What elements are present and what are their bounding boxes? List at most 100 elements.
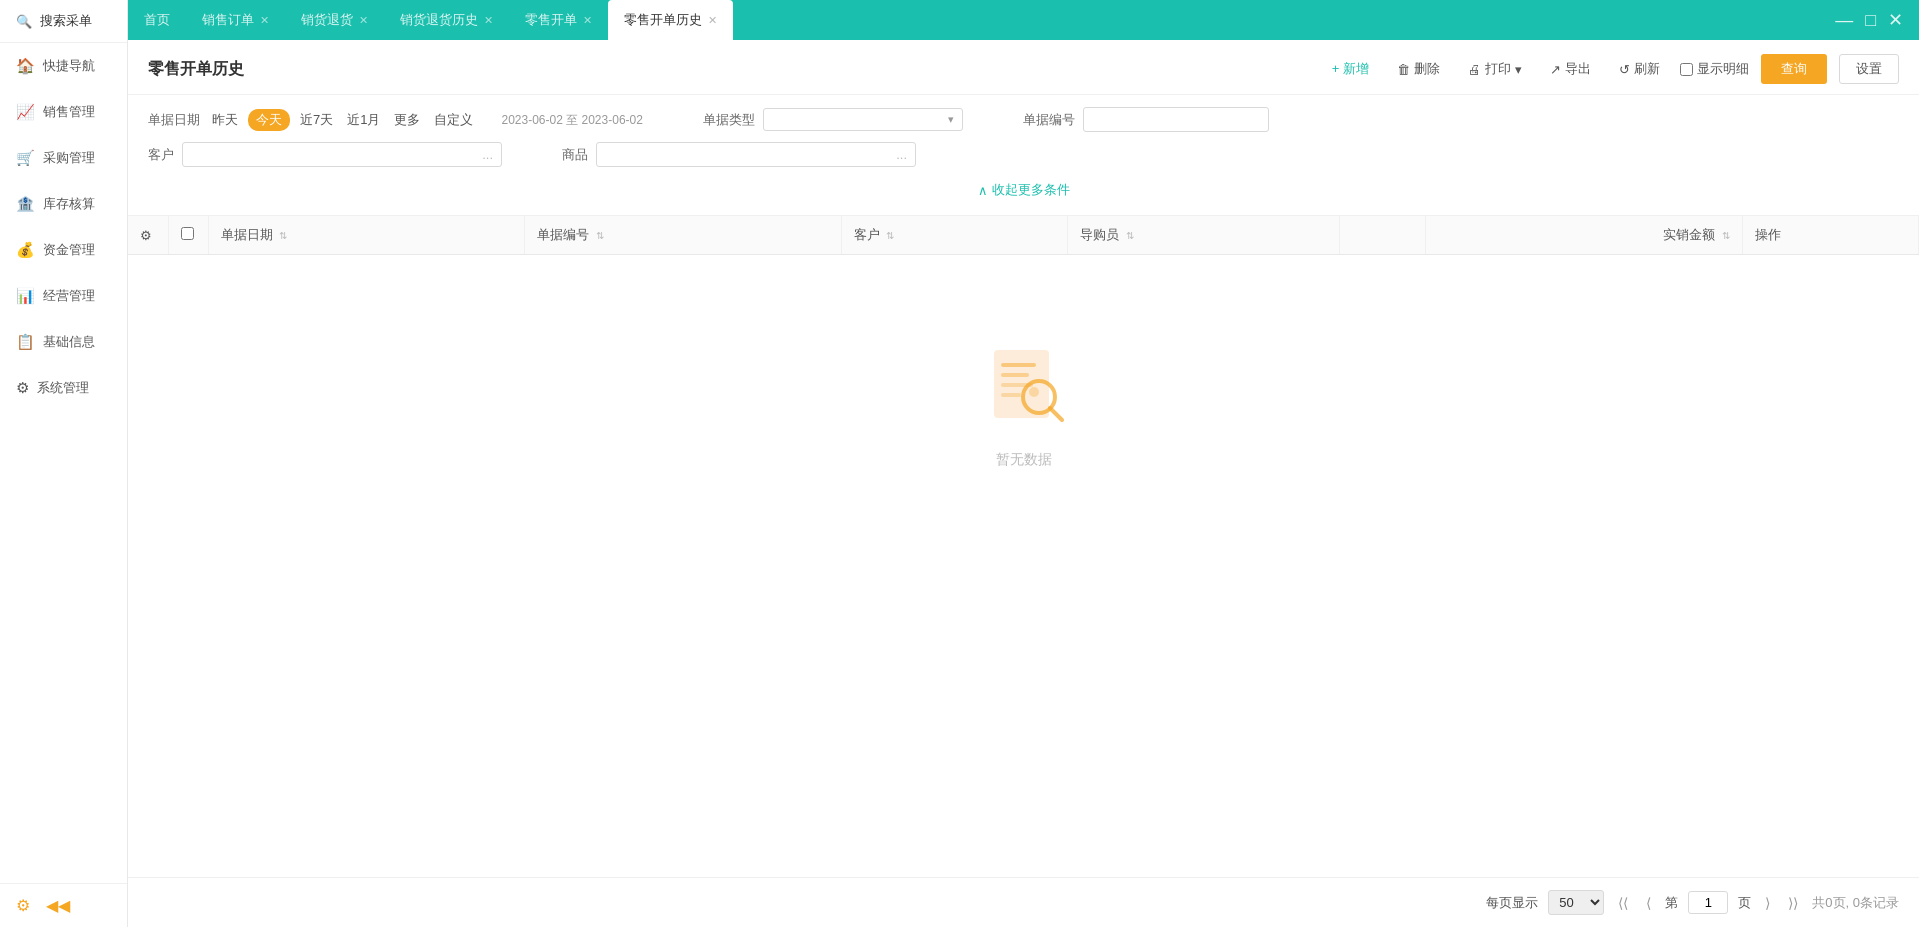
empty-state: 暂无数据 [128,255,1919,549]
doc-no-input[interactable] [1083,107,1269,132]
th-action: 操作 [1742,216,1918,255]
date-opt-today[interactable]: 今天 [248,109,290,131]
sidebar-item-quick-nav[interactable]: 🏠 快捷导航 [0,43,127,89]
tab-home-label: 首页 [144,11,170,29]
content-area: ⚙ 单据日期 ⇅ 单据编号 ⇅ [128,216,1919,927]
filter-doc-no: 单据编号 [1023,107,1269,132]
sidebar-item-basic-info[interactable]: 📋 基础信息 [0,319,127,365]
sort-amount-icon: ⇅ [1722,230,1730,241]
show-detail-checkbox-label[interactable]: 显示明细 [1680,60,1749,78]
settings-icon[interactable]: ⚙ [16,896,30,915]
date-opt-last7[interactable]: 近7天 [296,109,337,131]
select-all-checkbox[interactable] [181,227,194,240]
sort-customer-icon: ⇅ [886,230,894,241]
print-icon: 🖨 [1468,62,1481,77]
tab-sales-order[interactable]: 销售订单 ✕ [186,0,285,40]
tabs-bar: 首页 销售订单 ✕ 销货退货 ✕ 销货退货历史 ✕ 零售开单 ✕ 零售开单历史 … [128,0,1919,40]
date-options: 昨天 今天 近7天 近1月 更多 自定义 [208,109,477,131]
customer-input[interactable]: ... [182,142,502,167]
doc-type-select[interactable]: ▾ [763,108,963,131]
sidebar-item-inventory[interactable]: 🏦 库存核算 [0,181,127,227]
filter-settings-button[interactable]: 设置 [1839,54,1899,84]
money-icon: 💰 [16,241,35,259]
th-customer[interactable]: 客户 ⇅ [841,216,1068,255]
table-settings-icon[interactable]: ⚙ [140,228,152,243]
th-guide[interactable]: 导购员 ⇅ [1068,216,1340,255]
tab-retail-open-history[interactable]: 零售开单历史 ✕ [608,0,733,40]
sidebar-item-purchase-mgmt[interactable]: 🛒 采购管理 [0,135,127,181]
show-detail-checkbox[interactable] [1680,63,1693,76]
date-range-text: 2023-06-02 至 2023-06-02 [501,112,642,129]
first-page-button[interactable]: ⟨⟨ [1614,893,1632,913]
prev-page-button[interactable]: ⟨ [1642,893,1655,913]
date-range-display: 2023-06-02 至 2023-06-02 [501,110,642,129]
tab-home[interactable]: 首页 [128,0,186,40]
tab-retail-open-close[interactable]: ✕ [583,14,592,27]
th-checkbox[interactable] [168,216,208,255]
table-header-row: ⚙ 单据日期 ⇅ 单据编号 ⇅ [128,216,1919,255]
date-opt-custom[interactable]: 自定义 [430,109,477,131]
tab-retail-open-label: 零售开单 [525,11,577,29]
next-page-button[interactable]: ⟩ [1761,893,1774,913]
filter-row-1: 单据日期 昨天 今天 近7天 近1月 更多 自定义 2023-06-02 至 2… [148,107,1899,132]
tab-sales-return-history-close[interactable]: ✕ [484,14,493,27]
sidebar-item-label: 销售管理 [43,103,95,121]
tabs-right-actions: — □ ✕ [1835,9,1919,31]
last-page-button[interactable]: ⟩⟩ [1784,893,1802,913]
sidebar-item-system[interactable]: ⚙ 系统管理 [0,365,127,411]
cart-icon: 🛒 [16,149,35,167]
doc-type-arrow-icon: ▾ [948,113,954,126]
tab-retail-open[interactable]: 零售开单 ✕ [509,0,608,40]
refresh-button[interactable]: ↺ 刷新 [1611,56,1668,82]
date-opt-yesterday[interactable]: 昨天 [208,109,242,131]
svg-line-6 [1050,408,1062,420]
print-dropdown-icon: ▾ [1515,62,1522,77]
tab-sales-order-close[interactable]: ✕ [260,14,269,27]
bank-icon: 🏦 [16,195,35,213]
sidebar-item-label: 采购管理 [43,149,95,167]
goods-input[interactable]: ... [596,142,916,167]
th-amount[interactable]: 实销金额 ⇅ [1426,216,1743,255]
tab-sales-return-close[interactable]: ✕ [359,14,368,27]
toolbar: + 新增 🗑 删除 🖨 打印 ▾ ↗ 导出 ↺ 刷新 显示明细 查 [1324,54,1899,84]
date-label: 单据日期 [148,111,200,129]
tab-sales-return-history[interactable]: 销货退货历史 ✕ [384,0,509,40]
collapse-more-conditions[interactable]: ∧ 收起更多条件 [148,177,1899,203]
doc-icon: 📋 [16,333,35,351]
doc-no-label: 单据编号 [1023,111,1075,129]
print-button[interactable]: 🖨 打印 ▾ [1460,56,1530,82]
refresh-icon: ↺ [1619,62,1630,77]
th-doc-no[interactable]: 单据编号 ⇅ [525,216,842,255]
collapse-sidebar-icon[interactable]: ◀◀ [46,896,70,915]
window-restore-icon[interactable]: □ [1865,10,1876,31]
sidebar-item-finance[interactable]: 💰 资金管理 [0,227,127,273]
date-opt-last-month[interactable]: 近1月 [343,109,384,131]
filter-date: 单据日期 昨天 今天 近7天 近1月 更多 自定义 [148,109,477,131]
export-button[interactable]: ↗ 导出 [1542,56,1599,82]
per-page-label: 每页显示 [1486,894,1538,912]
date-opt-more[interactable]: 更多 [390,109,424,131]
sidebar-search[interactable]: 🔍 搜索采单 [0,0,127,43]
page-unit: 页 [1738,894,1751,912]
sidebar-item-sales-mgmt[interactable]: 📈 销售管理 [0,89,127,135]
window-minimize-icon[interactable]: — [1835,10,1853,31]
window-close-icon[interactable]: ✕ [1888,9,1903,31]
sidebar-item-operations[interactable]: 📊 经营管理 [0,273,127,319]
th-doc-date[interactable]: 单据日期 ⇅ [208,216,525,255]
sort-guide-icon: ⇅ [1126,230,1134,241]
table-wrapper: ⚙ 单据日期 ⇅ 单据编号 ⇅ [128,216,1919,877]
tab-sales-return[interactable]: 销货退货 ✕ [285,0,384,40]
th-settings[interactable]: ⚙ [128,216,168,255]
sidebar-item-label: 基础信息 [43,333,95,351]
tab-retail-open-history-close[interactable]: ✕ [708,14,717,27]
tab-sales-order-label: 销售订单 [202,11,254,29]
page-label: 第 [1665,894,1678,912]
delete-button[interactable]: 🗑 删除 [1389,56,1448,82]
add-button[interactable]: + 新增 [1324,56,1377,82]
query-button[interactable]: 查询 [1761,54,1827,84]
page-number-input[interactable] [1688,891,1728,914]
customer-label: 客户 [148,146,174,164]
per-page-select[interactable]: 50 10 20 100 [1548,890,1604,915]
svg-point-7 [1029,387,1039,397]
sort-doc-no-icon: ⇅ [596,230,604,241]
